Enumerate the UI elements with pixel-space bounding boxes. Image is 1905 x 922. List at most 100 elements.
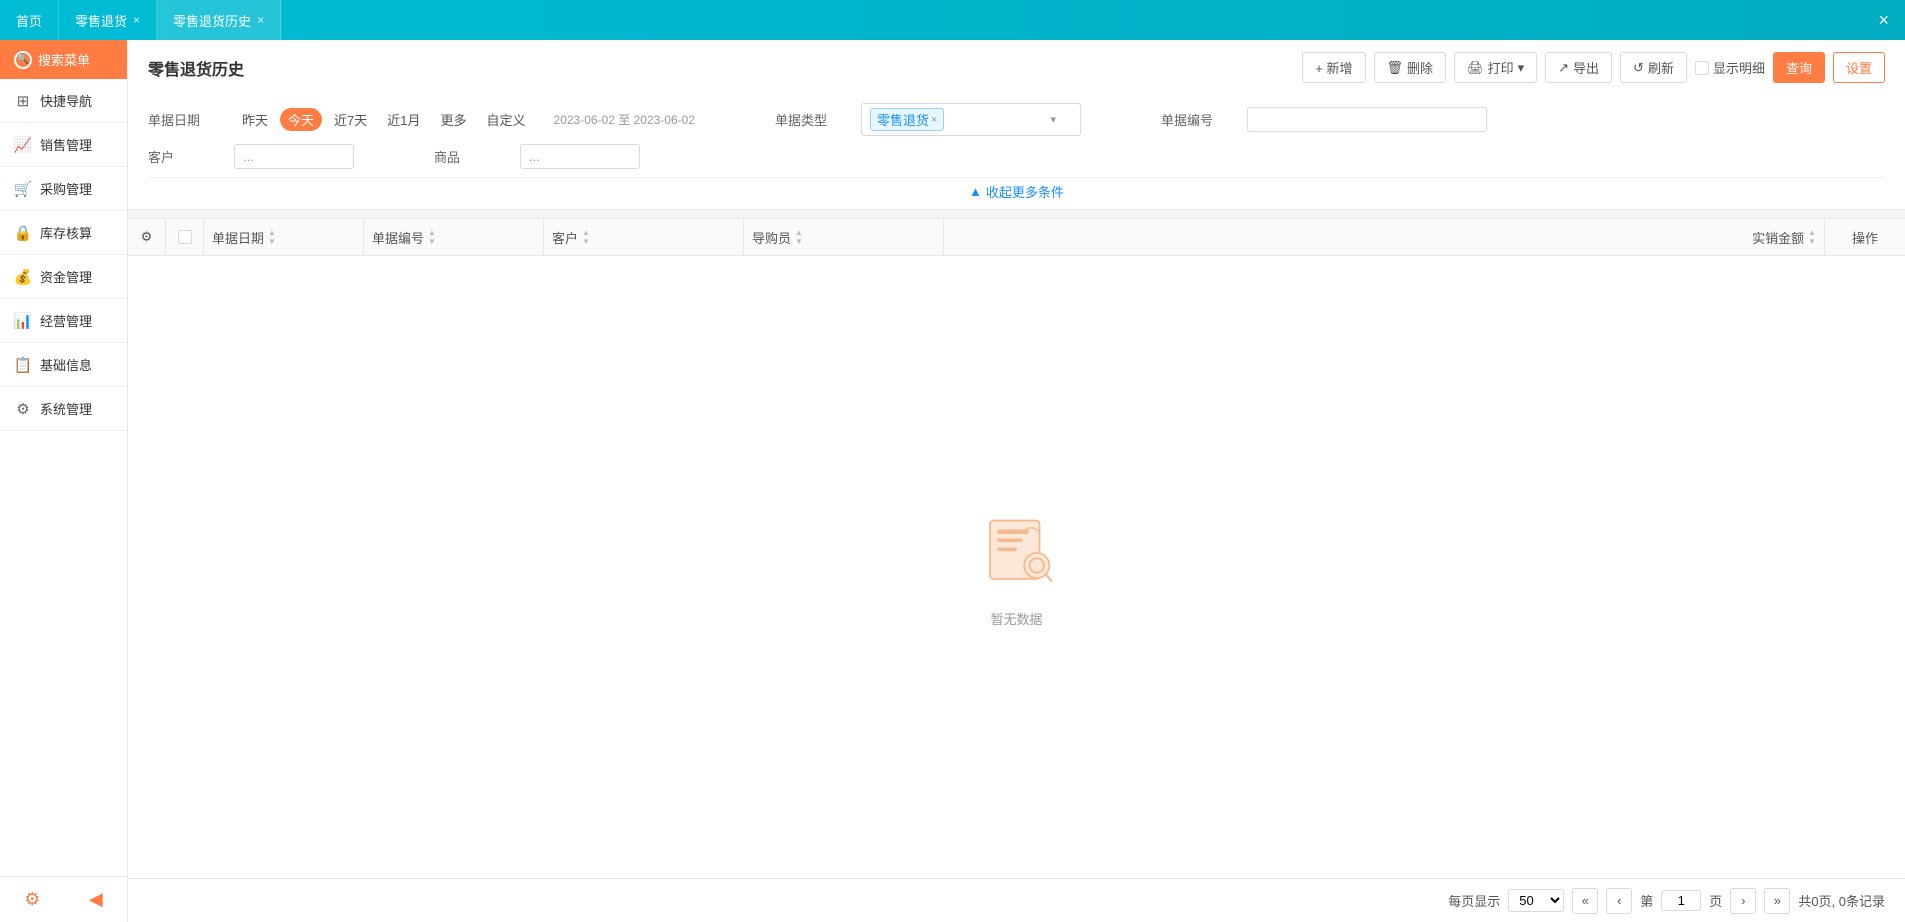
date-label: 单据日期 (148, 110, 218, 129)
sidebar-item-finance[interactable]: 💰 资金管理 (0, 255, 127, 299)
delete-button[interactable]: 🗑 删除 (1374, 52, 1447, 83)
new-button[interactable]: + 新增 (1302, 52, 1365, 83)
th-amount[interactable]: 实销金额 ▲ ▼ (944, 219, 1825, 255)
query-button[interactable]: 查询 (1773, 52, 1825, 83)
prev-page-button[interactable]: ‹ (1606, 888, 1632, 914)
layout: 🔍 搜索菜单 ⊞ 快捷导航 📈 销售管理 🛒 采购管理 🔒 库存核算 💰 (0, 40, 1905, 922)
billno-sort-icons: ▲ ▼ (428, 229, 436, 246)
th-gear[interactable]: ⚙ (128, 219, 166, 255)
sidebar-item-inventory[interactable]: 🔒 库存核算 (0, 211, 127, 255)
table-header: ⚙ 单据日期 ▲ ▼ 单据编号 ▲ ▼ (128, 218, 1905, 256)
print-button[interactable]: 🖨 打印 ▾ (1454, 52, 1537, 83)
bill-type-tag-close[interactable]: × (931, 114, 937, 126)
last-page-button[interactable]: » (1764, 888, 1790, 914)
page-size-label: 每页显示 (1448, 891, 1500, 910)
sidebar-settings-btn[interactable]: ⚙ (14, 885, 50, 914)
sidebar-item-system[interactable]: ⚙ 系统管理 (0, 387, 127, 431)
sales-icon: 📈 (14, 136, 32, 154)
finance-icon: 💰 (14, 268, 32, 286)
bill-type-label: 单据类型 (775, 110, 845, 129)
sidebar-item-quick-nav[interactable]: ⊞ 快捷导航 (0, 79, 127, 123)
system-icon: ⚙ (14, 400, 32, 418)
th-guide-label: 导购员 (752, 228, 791, 247)
refresh-button[interactable]: ↺ 刷新 (1620, 52, 1687, 83)
page-title: 零售退货历史 (148, 56, 244, 80)
sidebar-bottom: ⚙ ◀ (0, 876, 127, 922)
sort-up-icon: ▲ (582, 229, 590, 237)
sidebar-item-sales-mgmt[interactable]: 📈 销售管理 (0, 123, 127, 167)
customer-ellipsis: ... (243, 149, 254, 164)
display-mingxi-checkbox[interactable] (1695, 61, 1709, 75)
delete-icon: 🗑 (1387, 60, 1404, 76)
date-opt-1month[interactable]: 近1月 (379, 108, 428, 131)
sidebar-collapse-btn[interactable]: ◀ (79, 885, 113, 914)
tab-home[interactable]: 首页 (0, 0, 59, 40)
collapse-label: 收起更多条件 (986, 182, 1064, 201)
customer-section: 客户 ... (148, 144, 354, 169)
first-page-button[interactable]: « (1572, 888, 1598, 914)
page-number-input[interactable]: 1 (1661, 890, 1701, 911)
customer-label: 客户 (148, 147, 218, 166)
sort-up-icon: ▲ (1808, 229, 1816, 237)
print-icon: 🖨 (1467, 60, 1484, 76)
th-customer-label: 客户 (552, 228, 578, 247)
collapse-icon: ▲ (969, 184, 982, 199)
tab-history-label: 零售退货历史 (173, 11, 251, 30)
page-header: 零售退货历史 + 新增 🗑 删除 🖨 打印 ▾ ↗ 导出 (128, 40, 1905, 210)
sidebar-item-label: 基础信息 (40, 355, 92, 374)
refresh-label: 刷新 (1648, 58, 1674, 77)
setting-button[interactable]: 设置 (1833, 52, 1885, 83)
tab-return[interactable]: 零售退货 × (59, 0, 157, 40)
sort-up-icon: ▲ (795, 229, 803, 237)
goods-ellipsis: ... (529, 149, 540, 164)
next-page-button[interactable]: › (1730, 888, 1756, 914)
print-label: 打印 (1488, 58, 1514, 77)
page-size-select[interactable]: 50 10 20 100 (1508, 889, 1564, 912)
sidebar-item-purchase-mgmt[interactable]: 🛒 采购管理 (0, 167, 127, 211)
tab-history-close[interactable]: × (257, 13, 264, 27)
sidebar-item-operations[interactable]: 📊 经营管理 (0, 299, 127, 343)
goods-input[interactable]: ... (520, 144, 640, 169)
sidebar-item-label: 资金管理 (40, 267, 92, 286)
date-opt-more[interactable]: 更多 (433, 108, 475, 131)
date-opt-custom[interactable]: 自定义 (479, 108, 534, 131)
bill-type-section: 单据类型 零售退货 × ▾ (775, 103, 1081, 136)
search-icon: 🔍 (14, 51, 32, 69)
export-label: 导出 (1573, 58, 1599, 77)
sort-down-icon: ▼ (582, 238, 590, 246)
filter-row-2: 客户 ... 商品 ... (148, 144, 1885, 169)
topbar-close-button[interactable]: × (1862, 10, 1905, 31)
sidebar-item-label: 快捷导航 (40, 91, 92, 110)
bill-type-tag-text: 零售退货 (877, 110, 929, 129)
page-prefix: 第 (1640, 891, 1653, 910)
th-check[interactable] (166, 219, 204, 255)
page-actions: + 新增 🗑 删除 🖨 打印 ▾ ↗ 导出 ↺ (1302, 52, 1885, 83)
th-guide[interactable]: 导购员 ▲ ▼ (744, 219, 944, 255)
th-billno-label: 单据编号 (372, 228, 424, 247)
sort-up-icon: ▲ (268, 229, 276, 237)
filter-row-1: 单据日期 昨天 今天 近7天 近1月 更多 自定义 2023-06-02 至 2… (148, 103, 1885, 136)
tab-history[interactable]: 零售退货历史 × (157, 0, 281, 40)
display-mingxi-toggle[interactable]: 显示明细 (1695, 58, 1765, 77)
guide-sort-icons: ▲ ▼ (795, 229, 803, 246)
th-date[interactable]: 单据日期 ▲ ▼ (204, 219, 364, 255)
th-customer[interactable]: 客户 ▲ ▼ (544, 219, 744, 255)
customer-input[interactable]: ... (234, 144, 354, 169)
customer-sort-icons: ▲ ▼ (582, 229, 590, 246)
bill-type-select[interactable]: 零售退货 × ▾ (861, 103, 1081, 136)
main-content: 零售退货历史 + 新增 🗑 删除 🖨 打印 ▾ ↗ 导出 (128, 40, 1905, 922)
goods-section: 商品 ... (434, 144, 640, 169)
bill-no-input[interactable] (1247, 107, 1487, 132)
date-opt-yesterday[interactable]: 昨天 (234, 108, 276, 131)
collapse-button[interactable]: ▲ 收起更多条件 (148, 177, 1885, 205)
sidebar-search[interactable]: 🔍 搜索菜单 (0, 40, 127, 79)
th-billno[interactable]: 单据编号 ▲ ▼ (364, 219, 544, 255)
table-area: ⚙ 单据日期 ▲ ▼ 单据编号 ▲ ▼ (128, 218, 1905, 878)
sidebar-item-basic-info[interactable]: 📋 基础信息 (0, 343, 127, 387)
th-checkbox[interactable] (178, 230, 192, 244)
date-opt-today[interactable]: 今天 (280, 108, 322, 131)
export-button[interactable]: ↗ 导出 (1545, 52, 1612, 83)
date-opt-7days[interactable]: 近7天 (326, 108, 375, 131)
tab-return-close[interactable]: × (133, 13, 140, 27)
empty-text: 暂无数据 (990, 609, 1042, 628)
